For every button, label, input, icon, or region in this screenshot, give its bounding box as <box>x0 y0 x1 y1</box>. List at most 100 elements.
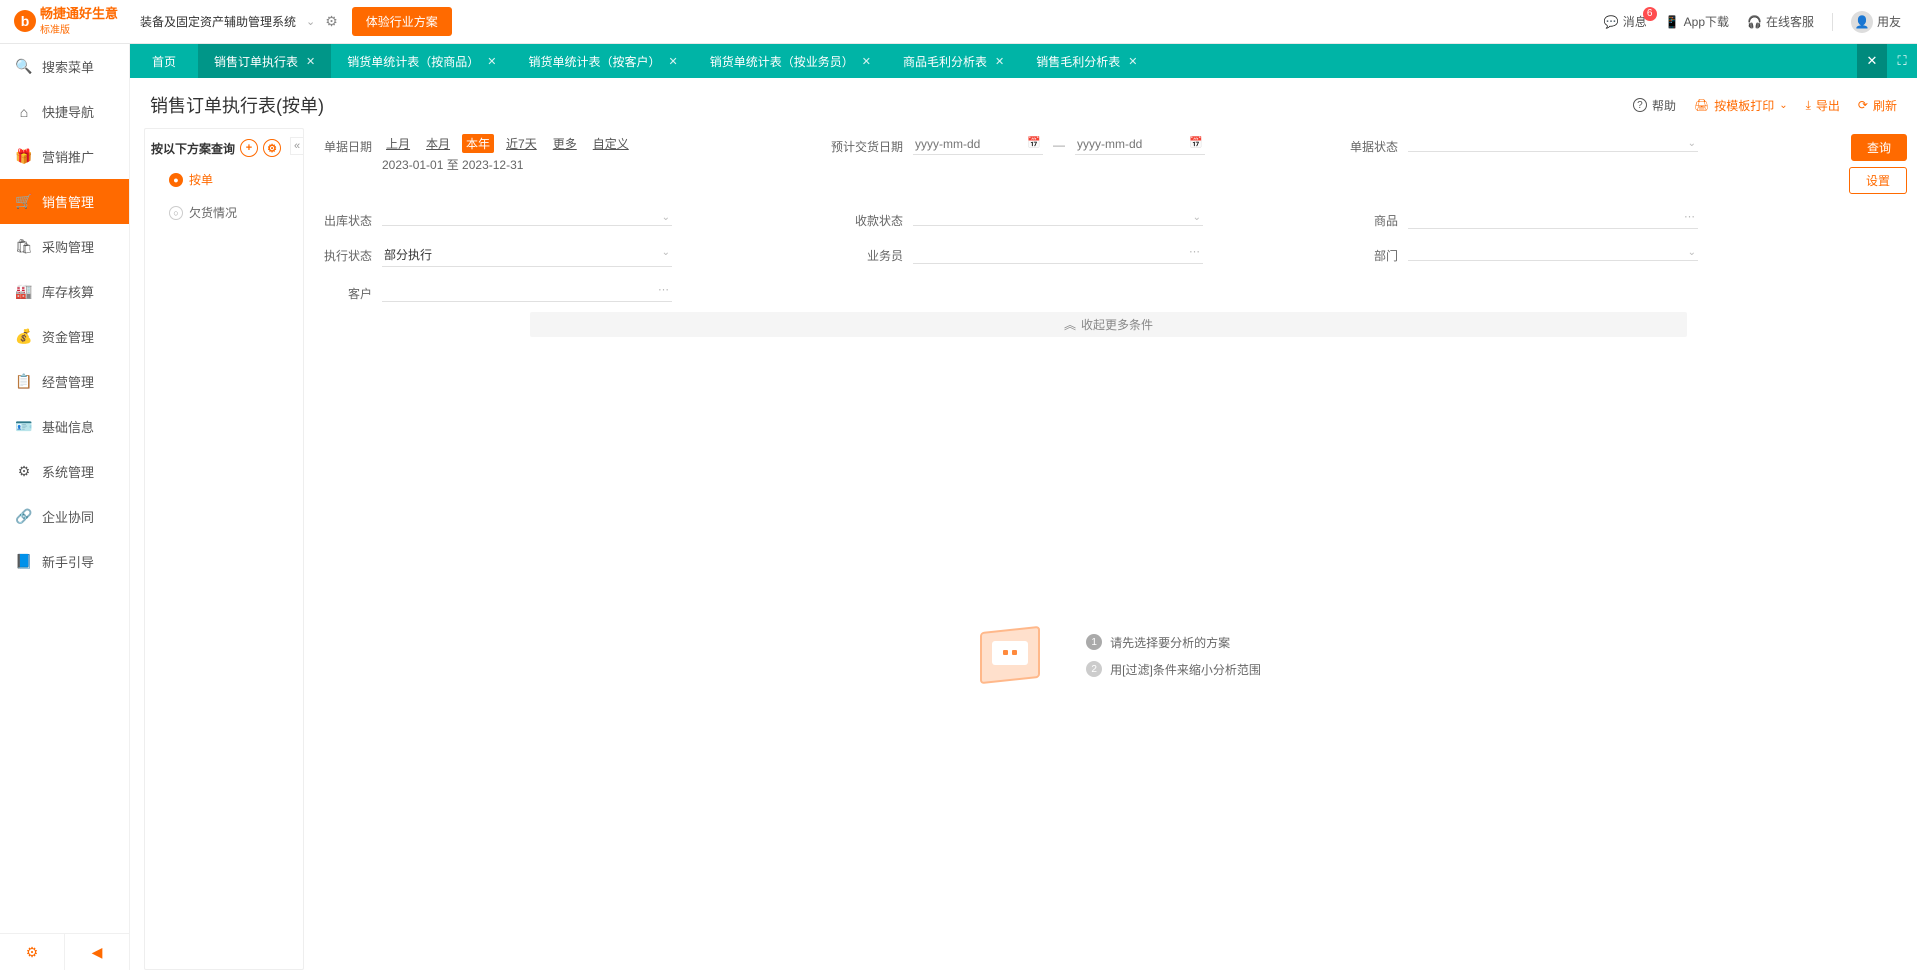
tab-sales-stats-goods[interactable]: 销货单统计表（按商品）✕ <box>331 44 512 78</box>
customer-service-link[interactable]: 🎧 在线客服 <box>1747 13 1814 30</box>
gear-icon[interactable]: ⚙ <box>325 13 338 30</box>
shortcut-this-year[interactable]: 本年 <box>462 134 494 153</box>
logo-text: 畅捷通好生意 <box>40 7 118 21</box>
close-all-tabs-button[interactable]: ✕ <box>1857 44 1887 78</box>
system-selector[interactable]: 装备及固定资产辅助管理系统 ⌄ ⚙ <box>140 8 338 36</box>
sidebar-item-finance[interactable]: 💰资金管理 <box>0 314 129 359</box>
sidebar-item-purchase[interactable]: 🛍采购管理 <box>0 224 129 269</box>
sidebar-item-label: 企业协同 <box>42 507 94 526</box>
sidebar-item-inventory[interactable]: 🏭库存核算 <box>0 269 129 314</box>
radio-icon: ● <box>169 173 183 187</box>
goods-input[interactable] <box>1408 208 1698 229</box>
tip-1: 1请先选择要分析的方案 <box>1086 634 1261 651</box>
calendar-icon[interactable]: 📅 <box>1189 136 1203 149</box>
shortcut-custom[interactable]: 自定义 <box>589 134 633 153</box>
experience-button[interactable]: 体验行业方案 <box>352 7 452 36</box>
message-badge: 6 <box>1643 7 1657 21</box>
delivery-date-from-input[interactable] <box>913 134 1043 155</box>
logo-subtext: 标准版 <box>40 21 118 36</box>
tab-label: 商品毛利分析表 <box>903 53 987 70</box>
scheme-item-shortage[interactable]: ○ 欠货情况 <box>151 196 297 229</box>
calendar-icon[interactable]: 📅 <box>1027 136 1041 149</box>
app-download-link[interactable]: 📱 App下载 <box>1665 13 1729 30</box>
sidebar-item-business[interactable]: 📋经营管理 <box>0 359 129 404</box>
doc-status-select[interactable]: ⌄ <box>1408 134 1698 152</box>
shortcut-this-month[interactable]: 本月 <box>422 134 454 153</box>
salesman-input[interactable] <box>913 243 1203 264</box>
delivery-date-to-input[interactable] <box>1075 134 1205 155</box>
sidebar-item-guide[interactable]: 📘新手引导 <box>0 539 129 584</box>
scheme-label: 按单 <box>189 171 213 188</box>
tab-sales-order-exec[interactable]: 销售订单执行表 ✕ <box>198 44 331 78</box>
close-icon[interactable]: ✕ <box>306 55 315 68</box>
chevron-down-icon: ⌄ <box>1688 138 1696 149</box>
messages-link[interactable]: 💬 消息 6 <box>1604 13 1647 30</box>
tab-goods-profit[interactable]: 商品毛利分析表 ✕ <box>887 44 1020 78</box>
tab-sales-stats-salesman[interactable]: 销货单统计表（按业务员） ✕ <box>694 44 887 78</box>
customer-input[interactable] <box>382 281 672 302</box>
print-button[interactable]: 🖨按模板打印⌄ <box>1694 97 1788 114</box>
date-range-display: 2023-01-01 至 2023-12-31 <box>382 156 763 173</box>
chevron-down-icon: ⌄ <box>1193 212 1201 223</box>
query-button[interactable]: 查询 <box>1851 134 1907 161</box>
more-icon[interactable]: ⋯ <box>1189 245 1201 258</box>
sidebar-item-collab[interactable]: 🔗 企业协同 <box>0 494 129 539</box>
field-label: 预计交货日期 <box>823 134 903 155</box>
close-icon: ✕ <box>1867 53 1878 69</box>
tab-label: 销货单统计表（按客户） <box>528 53 660 70</box>
tab-label: 销货单统计表（按业务员） <box>710 53 854 70</box>
footer-collapse-button[interactable]: ◀ <box>64 934 129 970</box>
book-icon: 📘 <box>16 554 32 570</box>
sidebar-item-search[interactable]: 🔍搜索菜单 <box>0 44 129 89</box>
link-icon: 🔗 <box>16 509 32 525</box>
help-button[interactable]: ?帮助 <box>1633 97 1676 114</box>
scheme-label: 欠货情况 <box>189 204 237 221</box>
close-icon[interactable]: ✕ <box>862 55 871 68</box>
shortcut-more[interactable]: 更多 <box>549 134 581 153</box>
shortcut-last7[interactable]: 近7天 <box>502 134 541 153</box>
sidebar-item-system[interactable]: ⚙系统管理 <box>0 449 129 494</box>
tab-home[interactable]: 首页 <box>130 44 198 78</box>
export-button[interactable]: ⤓导出 <box>1806 97 1840 114</box>
sidebar-item-label: 采购管理 <box>42 237 94 256</box>
sidebar-item-sales[interactable]: 🛒销售管理 <box>0 179 129 224</box>
headset-icon: 🎧 <box>1747 15 1762 29</box>
user-menu[interactable]: 👤 用友 <box>1851 11 1901 33</box>
more-icon[interactable]: ⋯ <box>658 283 670 296</box>
tab-sales-profit[interactable]: 销售毛利分析表✕ <box>1020 44 1153 78</box>
department-select[interactable]: ⌄ <box>1408 243 1698 261</box>
close-icon[interactable]: ✕ <box>487 55 496 68</box>
payment-status-select[interactable]: ⌄ <box>913 208 1203 226</box>
add-scheme-button[interactable]: + <box>240 139 258 157</box>
scheme-settings-button[interactable]: ⚙ <box>263 139 281 157</box>
close-icon[interactable]: ✕ <box>995 55 1004 68</box>
sidebar-item-label: 营销推广 <box>42 147 94 166</box>
phone-icon: 📱 <box>1665 15 1680 29</box>
settings-button[interactable]: 设置 <box>1849 167 1907 194</box>
empty-illustration <box>956 611 1066 701</box>
collapse-filters-button[interactable]: ︽ 收起更多条件 <box>530 312 1687 337</box>
warehouse-icon: 🏭 <box>16 284 32 300</box>
tab-sales-stats-customer[interactable]: 销货单统计表（按客户） ✕ <box>512 44 693 78</box>
tab-label: 销售订单执行表 <box>214 53 298 70</box>
chevron-down-icon: ⌄ <box>1779 100 1787 111</box>
close-icon[interactable]: ✕ <box>1128 55 1137 68</box>
close-icon[interactable]: ✕ <box>669 55 678 68</box>
footer-settings-button[interactable]: ⚙ <box>0 934 64 970</box>
field-goods: 商品 ⋯ <box>1336 208 1789 229</box>
scheme-item-byorder[interactable]: ● 按单 <box>151 163 297 196</box>
outbound-status-select[interactable]: ⌄ <box>382 208 672 226</box>
sidebar-item-quicknav[interactable]: ⌂快捷导航 <box>0 89 129 134</box>
sidebar-footer: ⚙ ◀ <box>0 933 129 970</box>
shortcut-last-month[interactable]: 上月 <box>382 134 414 153</box>
sidebar-item-basicinfo[interactable]: 🪪基础信息 <box>0 404 129 449</box>
fullscreen-button[interactable]: ⛶ <box>1887 44 1917 78</box>
more-icon[interactable]: ⋯ <box>1684 210 1696 223</box>
field-label: 执行状态 <box>310 243 372 264</box>
refresh-button[interactable]: ⟳刷新 <box>1858 97 1897 114</box>
collapse-scheme-panel[interactable]: « <box>290 137 304 155</box>
exec-status-select[interactable]: 部分执行⌄ <box>382 243 672 267</box>
cart-icon: 🛒 <box>16 194 32 210</box>
sidebar-item-marketing[interactable]: 🎁营销推广 <box>0 134 129 179</box>
select-value: 部分执行 <box>384 248 432 262</box>
